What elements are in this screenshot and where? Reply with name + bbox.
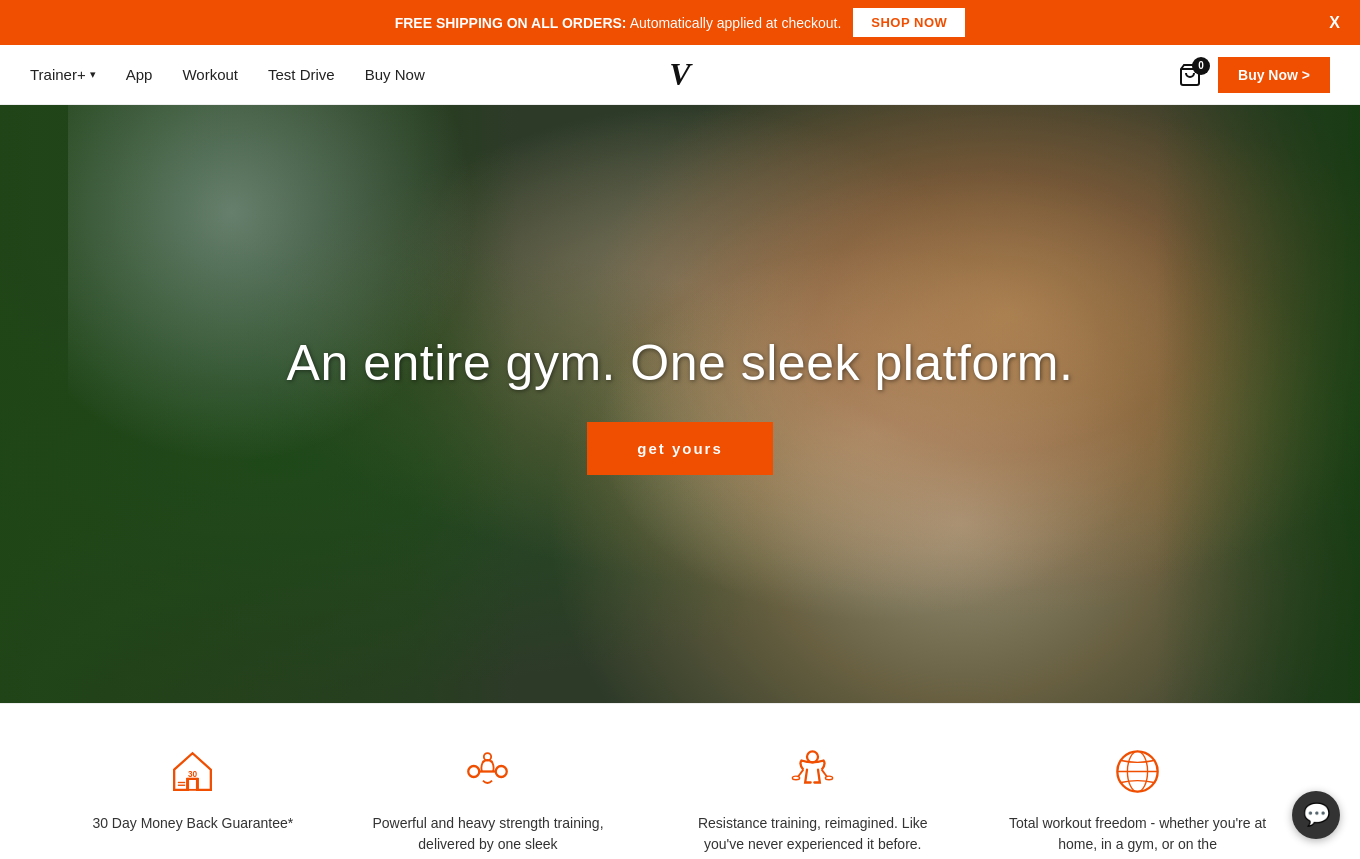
benefit-text-3: Total workout freedom - whether you're a… xyxy=(1008,813,1268,855)
benefit-text-0: 30 Day Money Back Guarantee* xyxy=(92,813,293,834)
home-guarantee-icon: 30 xyxy=(165,744,220,799)
chat-icon: 💬 xyxy=(1303,802,1330,828)
chat-bubble[interactable]: 💬 xyxy=(1292,791,1340,839)
cart-badge: 0 xyxy=(1192,57,1210,75)
nav-left: Trainer+ App Workout Test Drive Buy Now xyxy=(30,66,425,83)
svg-point-5 xyxy=(469,766,480,777)
benefit-item-1: Powerful and heavy strength training, de… xyxy=(358,744,618,855)
benefit-item-3: Total workout freedom - whether you're a… xyxy=(1008,744,1268,855)
globe-icon xyxy=(1110,744,1165,799)
svg-point-10 xyxy=(793,776,800,780)
svg-text:30: 30 xyxy=(188,770,198,779)
benefits-bar: 30 30 Day Money Back Guarantee* xyxy=(0,703,1360,859)
get-yours-button[interactable]: get yours xyxy=(587,422,773,475)
benefit-item-0: 30 30 Day Money Back Guarantee* xyxy=(92,744,293,834)
shop-now-button[interactable]: SHOP NOW xyxy=(853,8,965,37)
banner-close-button[interactable]: X xyxy=(1329,14,1340,32)
cart-icon[interactable]: 0 xyxy=(1178,63,1202,87)
nav-item-buynow[interactable]: Buy Now xyxy=(365,66,425,83)
banner-bold: FREE SHIPPING ON ALL ORDERS: xyxy=(395,15,627,31)
hero-headline: An entire gym. One sleek platform. xyxy=(287,334,1074,392)
hero-content: An entire gym. One sleek platform. get y… xyxy=(287,334,1074,475)
nav-item-trainer[interactable]: Trainer+ xyxy=(30,66,96,83)
buy-now-button[interactable]: Buy Now > xyxy=(1218,57,1330,93)
resistance-icon xyxy=(785,744,840,799)
banner-text: FREE SHIPPING ON ALL ORDERS: Automatical… xyxy=(395,15,842,31)
nav-item-testdrive[interactable]: Test Drive xyxy=(268,66,335,83)
strength-icon xyxy=(460,744,515,799)
benefit-text-2: Resistance training, reimagined. Like yo… xyxy=(683,813,943,855)
navbar: Trainer+ App Workout Test Drive Buy Now … xyxy=(0,45,1360,105)
nav-item-workout[interactable]: Workout xyxy=(182,66,238,83)
svg-point-11 xyxy=(826,776,833,780)
nav-item-app[interactable]: App xyxy=(126,66,153,83)
nav-right: 0 Buy Now > xyxy=(1178,57,1330,93)
site-logo[interactable]: V xyxy=(669,56,690,93)
banner-regular: Automatically applied at checkout. xyxy=(630,15,842,31)
top-banner: FREE SHIPPING ON ALL ORDERS: Automatical… xyxy=(0,0,1360,45)
svg-point-6 xyxy=(496,766,507,777)
svg-point-9 xyxy=(807,751,818,762)
hero-section: An entire gym. One sleek platform. get y… xyxy=(0,105,1360,703)
benefit-text-1: Powerful and heavy strength training, de… xyxy=(358,813,618,855)
benefit-item-2: Resistance training, reimagined. Like yo… xyxy=(683,744,943,855)
